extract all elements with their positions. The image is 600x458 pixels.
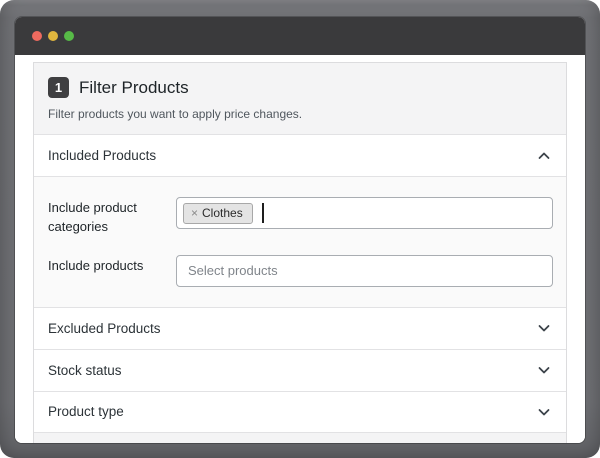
browser-window: 1 Filter Products Filter products you wa… <box>15 17 585 443</box>
step-header: 1 Filter Products Filter products you wa… <box>34 63 566 134</box>
chevron-down-icon <box>538 408 550 416</box>
accordion-label-product-type: Product type <box>48 404 124 420</box>
include-products-select[interactable] <box>176 254 553 287</box>
accordion-header-stock-status[interactable]: Stock status <box>34 348 566 391</box>
accordion-label-included-products: Included Products <box>48 148 157 163</box>
selected-category-tag: × Clothes <box>183 202 253 224</box>
remove-tag-icon[interactable]: × <box>191 207 198 219</box>
page-content: 1 Filter Products Filter products you wa… <box>15 55 585 443</box>
zoom-window-button[interactable] <box>64 31 74 41</box>
chevron-up-icon <box>538 152 550 159</box>
include-categories-label: Include product categories <box>48 200 137 234</box>
chevron-down-icon <box>538 367 550 374</box>
accordion-header-product-type[interactable]: Product type <box>34 390 566 433</box>
accordion-label-excluded-products: Excluded Products <box>48 320 161 336</box>
accordion-label-stock-status: Stock status <box>48 362 122 378</box>
chevron-down-icon <box>538 325 550 332</box>
step-subtitle: Filter products you want to apply price … <box>48 107 303 121</box>
page-title: Filter Products <box>79 77 189 97</box>
close-window-button[interactable] <box>32 31 42 41</box>
step-number-badge: 1 <box>48 77 69 98</box>
include-categories-row: Include product categories × Clothes <box>48 197 553 237</box>
minimize-window-button[interactable] <box>48 31 58 41</box>
included-products-form: Include product categories × Clothes Inc… <box>34 176 566 307</box>
accordion-header-excluded-products[interactable]: Excluded Products <box>34 306 566 349</box>
include-products-label: Include products <box>48 257 144 273</box>
filter-products-panel: 1 Filter Products Filter products you wa… <box>33 62 567 443</box>
include-categories-select[interactable]: × Clothes <box>176 197 553 229</box>
include-products-row: Include products <box>48 254 553 287</box>
text-cursor <box>261 203 264 223</box>
window-titlebar <box>15 17 585 55</box>
selected-category-tag-label: Clothes <box>202 205 243 220</box>
step-title-row: 1 Filter Products <box>48 77 552 98</box>
browser-window-frame: 1 Filter Products Filter products you wa… <box>0 0 600 458</box>
accordion-header-included-products[interactable]: Included Products <box>34 134 566 176</box>
